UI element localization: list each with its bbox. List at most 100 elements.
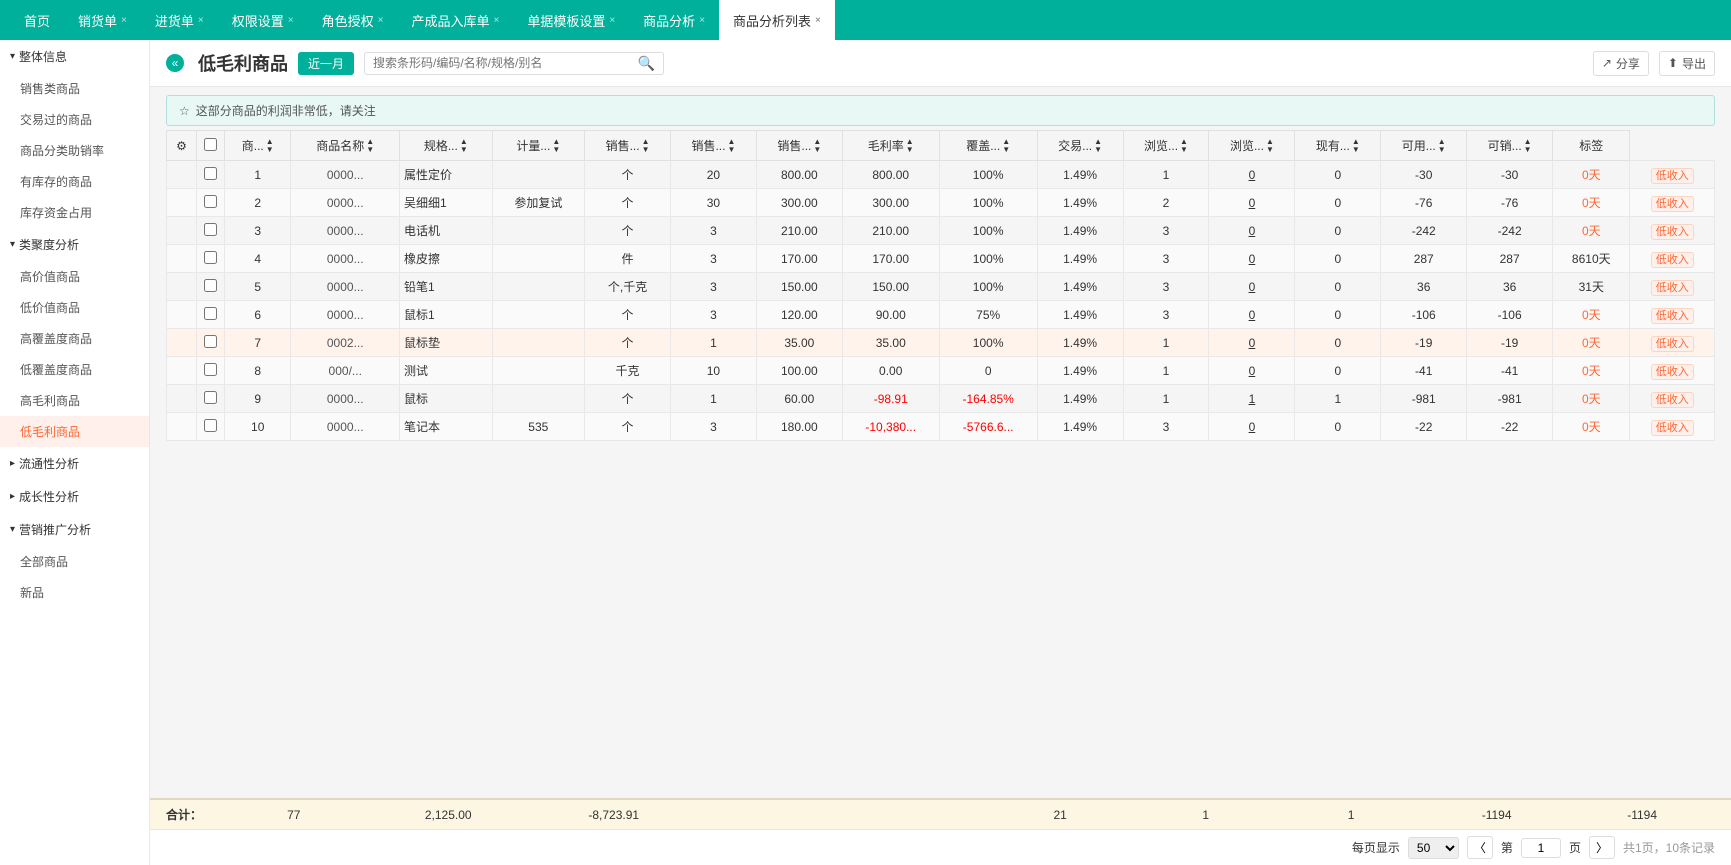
col-sort-gross-margin[interactable]: 毛利率▲▼ (868, 137, 914, 154)
export-button[interactable]: ⬆ 导出 (1659, 51, 1715, 76)
cell-checkbox[interactable] (197, 161, 225, 189)
col-sort-sale-amount[interactable]: 销售...▲▼ (691, 137, 735, 154)
col-sort-saleable[interactable]: 可销...▲▼ (1488, 137, 1532, 154)
view1-link[interactable]: 0 (1249, 280, 1256, 294)
sidebar-group-marketing[interactable]: ▾ 营销推广分析 (0, 513, 149, 546)
select-all-checkbox[interactable] (204, 138, 217, 151)
col-sort-sale-qty[interactable]: 销售...▲▼ (606, 137, 650, 154)
col-sort-coverage[interactable]: 覆盖...▲▼ (966, 137, 1010, 154)
th-saleable-days[interactable]: 可销...▲▼ (1467, 131, 1553, 161)
sidebar-group-growth[interactable]: ▸ 成长性分析 (0, 480, 149, 513)
th-view1[interactable]: 浏览...▲▼ (1123, 131, 1209, 161)
col-sort-view2[interactable]: 浏览...▲▼ (1230, 137, 1274, 154)
view1-link[interactable]: 0 (1249, 420, 1256, 434)
row-checkbox[interactable] (204, 307, 217, 320)
nav-item-purchase[interactable]: 进货单 × (141, 0, 218, 40)
th-sale-profit[interactable]: 销售...▲▼ (756, 131, 842, 161)
settings-icon[interactable]: ⚙ (176, 139, 187, 153)
cell-checkbox[interactable] (197, 385, 225, 413)
nav-item-products[interactable]: 产成品入库单 × (397, 0, 513, 40)
th-view2[interactable]: 浏览...▲▼ (1209, 131, 1295, 161)
sidebar-group-liquidity[interactable]: ▸ 流通性分析 (0, 447, 149, 480)
cell-name[interactable]: 橡皮擦 (400, 245, 493, 273)
share-button[interactable]: ↗ 分享 (1593, 51, 1649, 76)
view1-link[interactable]: 0 (1249, 224, 1256, 238)
sidebar-collapse-button[interactable]: « (166, 54, 184, 72)
close-icon[interactable]: × (198, 15, 204, 26)
close-icon[interactable]: × (815, 15, 821, 26)
sidebar-group-cluster[interactable]: ▾ 类聚度分析 (0, 228, 149, 261)
sidebar-item-new-goods[interactable]: 新品 (0, 577, 149, 608)
nav-item-analysis-list[interactable]: 商品分析列表 × (719, 0, 835, 40)
cell-checkbox[interactable] (197, 245, 225, 273)
row-checkbox[interactable] (204, 279, 217, 292)
row-checkbox[interactable] (204, 195, 217, 208)
col-sort-unit[interactable]: 计量...▲▼ (516, 137, 560, 154)
nav-item-roles[interactable]: 角色授权 × (308, 0, 398, 40)
cell-checkbox[interactable] (197, 273, 225, 301)
cell-view1[interactable]: 0 (1209, 357, 1295, 385)
sidebar-item-traded-goods[interactable]: 交易过的商品 (0, 104, 149, 135)
cell-name[interactable]: 鼠标垫 (400, 329, 493, 357)
th-tag[interactable]: 标签 (1553, 131, 1630, 161)
th-spec[interactable]: 规格...▲▼ (400, 131, 493, 161)
sidebar-item-high-value[interactable]: 高价值商品 (0, 261, 149, 292)
close-icon[interactable]: × (493, 15, 499, 26)
view1-link[interactable]: 1 (1249, 392, 1256, 406)
nav-item-template[interactable]: 单据模板设置 × (513, 0, 629, 40)
sidebar-item-low-margin[interactable]: 低毛利商品 (0, 416, 149, 447)
sidebar-item-low-coverage[interactable]: 低覆盖度商品 (0, 354, 149, 385)
th-coverage[interactable]: 覆盖...▲▼ (939, 131, 1037, 161)
th-gross-margin[interactable]: 毛利率▲▼ (842, 131, 939, 161)
th-name[interactable]: 商品名称▲▼ (291, 131, 400, 161)
view1-link[interactable]: 0 (1249, 168, 1256, 182)
cell-name[interactable]: 电话机 (400, 217, 493, 245)
row-checkbox[interactable] (204, 251, 217, 264)
close-icon[interactable]: × (609, 15, 615, 26)
prev-page-button[interactable]: 〈 (1467, 836, 1493, 859)
th-code[interactable]: 商...▲▼ (225, 131, 291, 161)
cell-view1[interactable]: 0 (1209, 189, 1295, 217)
nav-item-permissions[interactable]: 权限设置 × (218, 0, 308, 40)
cell-checkbox[interactable] (197, 189, 225, 217)
view1-link[interactable]: 0 (1249, 252, 1256, 266)
th-sale-amount[interactable]: 销售...▲▼ (670, 131, 756, 161)
view1-link[interactable]: 0 (1249, 364, 1256, 378)
sidebar-item-category-rate[interactable]: 商品分类助销率 (0, 135, 149, 166)
cell-name[interactable]: 鼠标1 (400, 301, 493, 329)
cell-name[interactable]: 属性定价 (400, 161, 493, 189)
close-icon[interactable]: × (288, 15, 294, 26)
row-checkbox[interactable] (204, 335, 217, 348)
page-number-input[interactable] (1521, 838, 1561, 858)
col-sort-trade[interactable]: 交易...▲▼ (1058, 137, 1102, 154)
col-sort-view1[interactable]: 浏览...▲▼ (1144, 137, 1188, 154)
nav-item-sales[interactable]: 销货单 × (64, 0, 141, 40)
date-filter-button[interactable]: 近一月 (298, 52, 354, 75)
cell-checkbox[interactable] (197, 217, 225, 245)
th-trade-count[interactable]: 交易...▲▼ (1037, 131, 1123, 161)
th-current-stock[interactable]: 现有...▲▼ (1295, 131, 1381, 161)
th-usable-stock[interactable]: 可用...▲▼ (1381, 131, 1467, 161)
row-checkbox[interactable] (204, 167, 217, 180)
cell-view1[interactable]: 0 (1209, 273, 1295, 301)
cell-view1[interactable]: 0 (1209, 329, 1295, 357)
nav-item-home[interactable]: 首页 (10, 0, 64, 40)
search-icon[interactable]: 🔍 (638, 55, 655, 72)
sidebar-item-high-margin[interactable]: 高毛利商品 (0, 385, 149, 416)
sidebar-item-sales-goods[interactable]: 销售类商品 (0, 73, 149, 104)
col-sort-code[interactable]: 商...▲▼ (242, 137, 274, 154)
sidebar-item-stock-goods[interactable]: 有库存的商品 (0, 166, 149, 197)
table-container[interactable]: ⚙ 商...▲▼ 商品名称▲▼ (150, 130, 1731, 798)
cell-checkbox[interactable] (197, 357, 225, 385)
th-unit[interactable]: 计量...▲▼ (492, 131, 585, 161)
cell-view1[interactable]: 0 (1209, 413, 1295, 441)
cell-checkbox[interactable] (197, 329, 225, 357)
row-checkbox[interactable] (204, 223, 217, 236)
cell-name[interactable]: 笔记本 (400, 413, 493, 441)
cell-view1[interactable]: 0 (1209, 161, 1295, 189)
view1-link[interactable]: 0 (1249, 308, 1256, 322)
th-settings[interactable]: ⚙ (167, 131, 197, 161)
sidebar-item-all-goods[interactable]: 全部商品 (0, 546, 149, 577)
close-icon[interactable]: × (699, 15, 705, 26)
cell-name[interactable]: 测试 (400, 357, 493, 385)
